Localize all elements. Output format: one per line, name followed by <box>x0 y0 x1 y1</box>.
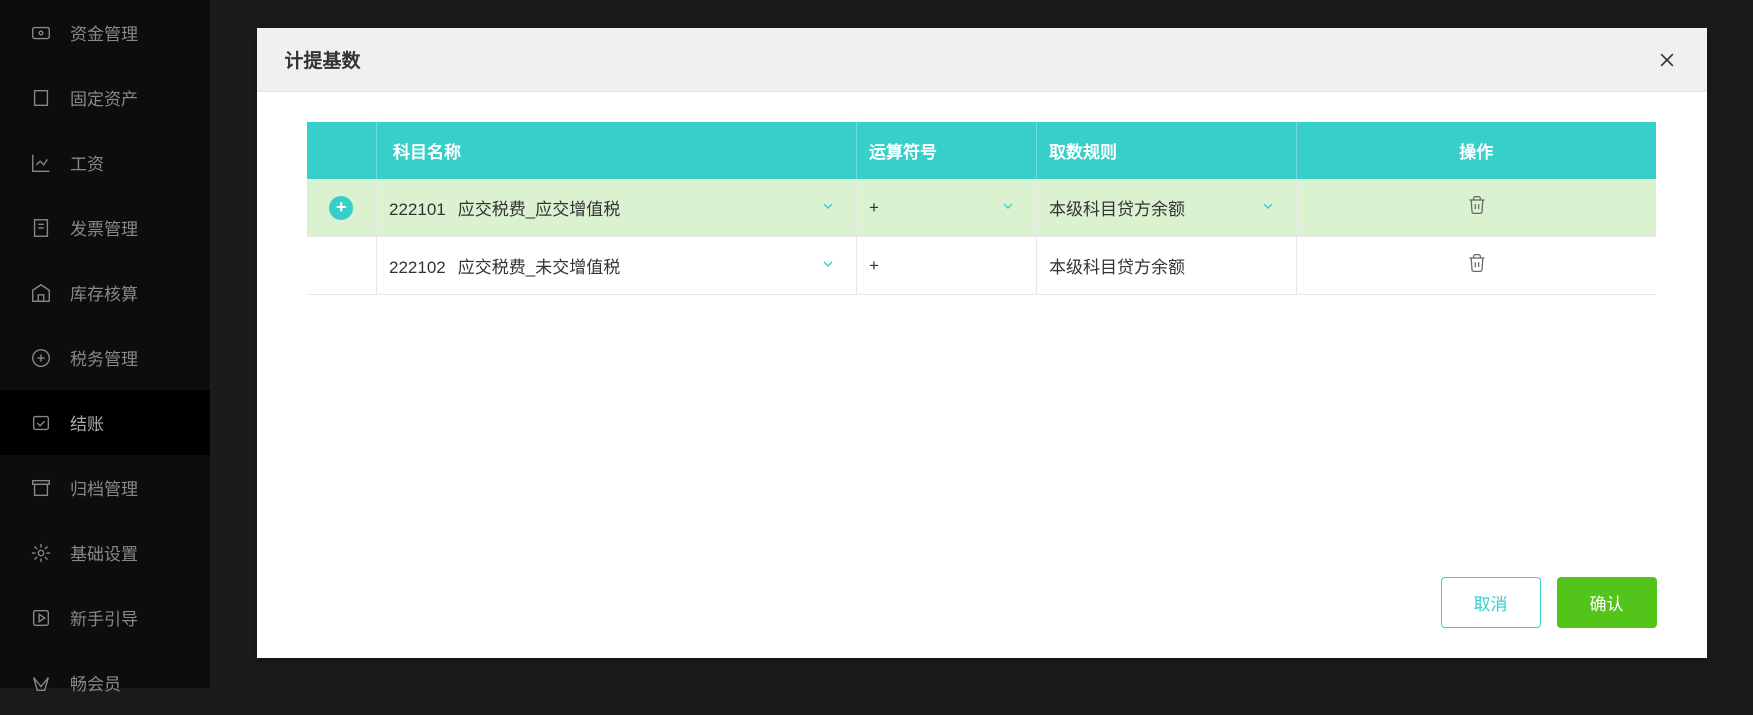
sidebar-label: 畅会员 <box>70 670 121 695</box>
modal-overlay: 计提基数 科目名称 运算符号 取数规则 操作 +222101应交税费_应交 <box>210 0 1753 688</box>
delete-icon[interactable] <box>1467 258 1487 277</box>
sidebar-item-assets[interactable]: 固定资产 <box>0 65 210 130</box>
sidebar-label: 固定资产 <box>70 85 138 110</box>
chart-icon <box>30 152 52 174</box>
sidebar-label: 税务管理 <box>70 345 138 370</box>
chevron-down-icon[interactable] <box>1260 198 1276 217</box>
member-icon <box>30 672 52 694</box>
sidebar: 资金管理 固定资产 工资 发票管理 库存核算 税务管理 结账 <box>0 0 210 688</box>
sidebar-item-guide[interactable]: 新手引导 <box>0 585 210 650</box>
sidebar-label: 资金管理 <box>70 20 138 45</box>
close-icon[interactable] <box>1655 48 1679 72</box>
guide-icon <box>30 607 52 629</box>
warehouse-icon <box>30 282 52 304</box>
modal-footer: 取消 确认 <box>257 557 1707 658</box>
archive-icon <box>30 477 52 499</box>
rule-cell[interactable]: 本级科目贷方余额 <box>1037 179 1297 237</box>
col-operator: 运算符号 <box>857 122 1037 179</box>
table-row: +222101应交税费_应交增值税 + 本级科目贷方余额 <box>307 179 1657 237</box>
sidebar-item-archive[interactable]: 归档管理 <box>0 455 210 520</box>
col-subject: 科目名称 <box>377 122 857 179</box>
subject-cell[interactable]: 222102应交税费_未交增值税 <box>377 237 857 295</box>
modal-header: 计提基数 <box>257 28 1707 92</box>
add-cell: + <box>307 179 377 237</box>
operator-cell[interactable]: + <box>857 179 1037 237</box>
col-add <box>307 122 377 179</box>
sidebar-item-tax[interactable]: 税务管理 <box>0 325 210 390</box>
chevron-down-icon[interactable] <box>1000 198 1016 217</box>
money-icon <box>30 22 52 44</box>
action-cell <box>1297 179 1657 237</box>
subject-cell[interactable]: 222101应交税费_应交增值税 <box>377 179 857 237</box>
sidebar-item-money[interactable]: 资金管理 <box>0 0 210 65</box>
sidebar-label: 归档管理 <box>70 475 138 500</box>
col-action: 操作 <box>1297 122 1657 179</box>
chevron-down-icon[interactable] <box>820 198 836 217</box>
add-cell <box>307 237 377 295</box>
settings-icon <box>30 542 52 564</box>
sidebar-label: 新手引导 <box>70 605 138 630</box>
sidebar-item-salary[interactable]: 工资 <box>0 130 210 195</box>
sidebar-item-checkout[interactable]: 结账 <box>0 390 210 455</box>
col-rule: 取数规则 <box>1037 122 1297 179</box>
table-row: 222102应交税费_未交增值税 + 本级科目贷方余额 <box>307 237 1657 295</box>
cancel-button[interactable]: 取消 <box>1441 577 1541 628</box>
invoice-icon <box>30 217 52 239</box>
delete-icon[interactable] <box>1467 200 1487 219</box>
building-icon <box>30 87 52 109</box>
action-cell <box>1297 237 1657 295</box>
sidebar-item-invoice[interactable]: 发票管理 <box>0 195 210 260</box>
chevron-down-icon[interactable] <box>820 256 836 275</box>
sidebar-label: 库存核算 <box>70 280 138 305</box>
checkout-icon <box>30 412 52 434</box>
sidebar-item-member[interactable]: 畅会员 <box>0 650 210 715</box>
tax-icon <box>30 347 52 369</box>
operator-cell[interactable]: + <box>857 237 1037 295</box>
sidebar-item-inventory[interactable]: 库存核算 <box>0 260 210 325</box>
add-row-button[interactable]: + <box>329 196 353 220</box>
data-table: 科目名称 运算符号 取数规则 操作 +222101应交税费_应交增值税 + 本级科目… <box>307 122 1657 295</box>
sidebar-label: 发票管理 <box>70 215 138 240</box>
modal-title: 计提基数 <box>285 46 361 73</box>
sidebar-label: 基础设置 <box>70 540 138 565</box>
modal-body: 科目名称 运算符号 取数规则 操作 +222101应交税费_应交增值税 + 本级科目… <box>257 92 1707 557</box>
operator-text: + <box>869 256 879 276</box>
rule-cell[interactable]: 本级科目贷方余额 <box>1037 237 1297 295</box>
subject-text: 222101应交税费_应交增值税 <box>389 195 620 220</box>
sidebar-label: 结账 <box>70 410 104 435</box>
modal-dialog: 计提基数 科目名称 运算符号 取数规则 操作 +222101应交税费_应交 <box>257 28 1707 658</box>
rule-text: 本级科目贷方余额 <box>1049 195 1185 220</box>
operator-text: + <box>869 198 879 218</box>
subject-text: 222102应交税费_未交增值税 <box>389 253 620 278</box>
rule-text: 本级科目贷方余额 <box>1049 253 1185 278</box>
sidebar-item-settings[interactable]: 基础设置 <box>0 520 210 585</box>
sidebar-label: 工资 <box>70 150 104 175</box>
confirm-button[interactable]: 确认 <box>1557 577 1657 628</box>
